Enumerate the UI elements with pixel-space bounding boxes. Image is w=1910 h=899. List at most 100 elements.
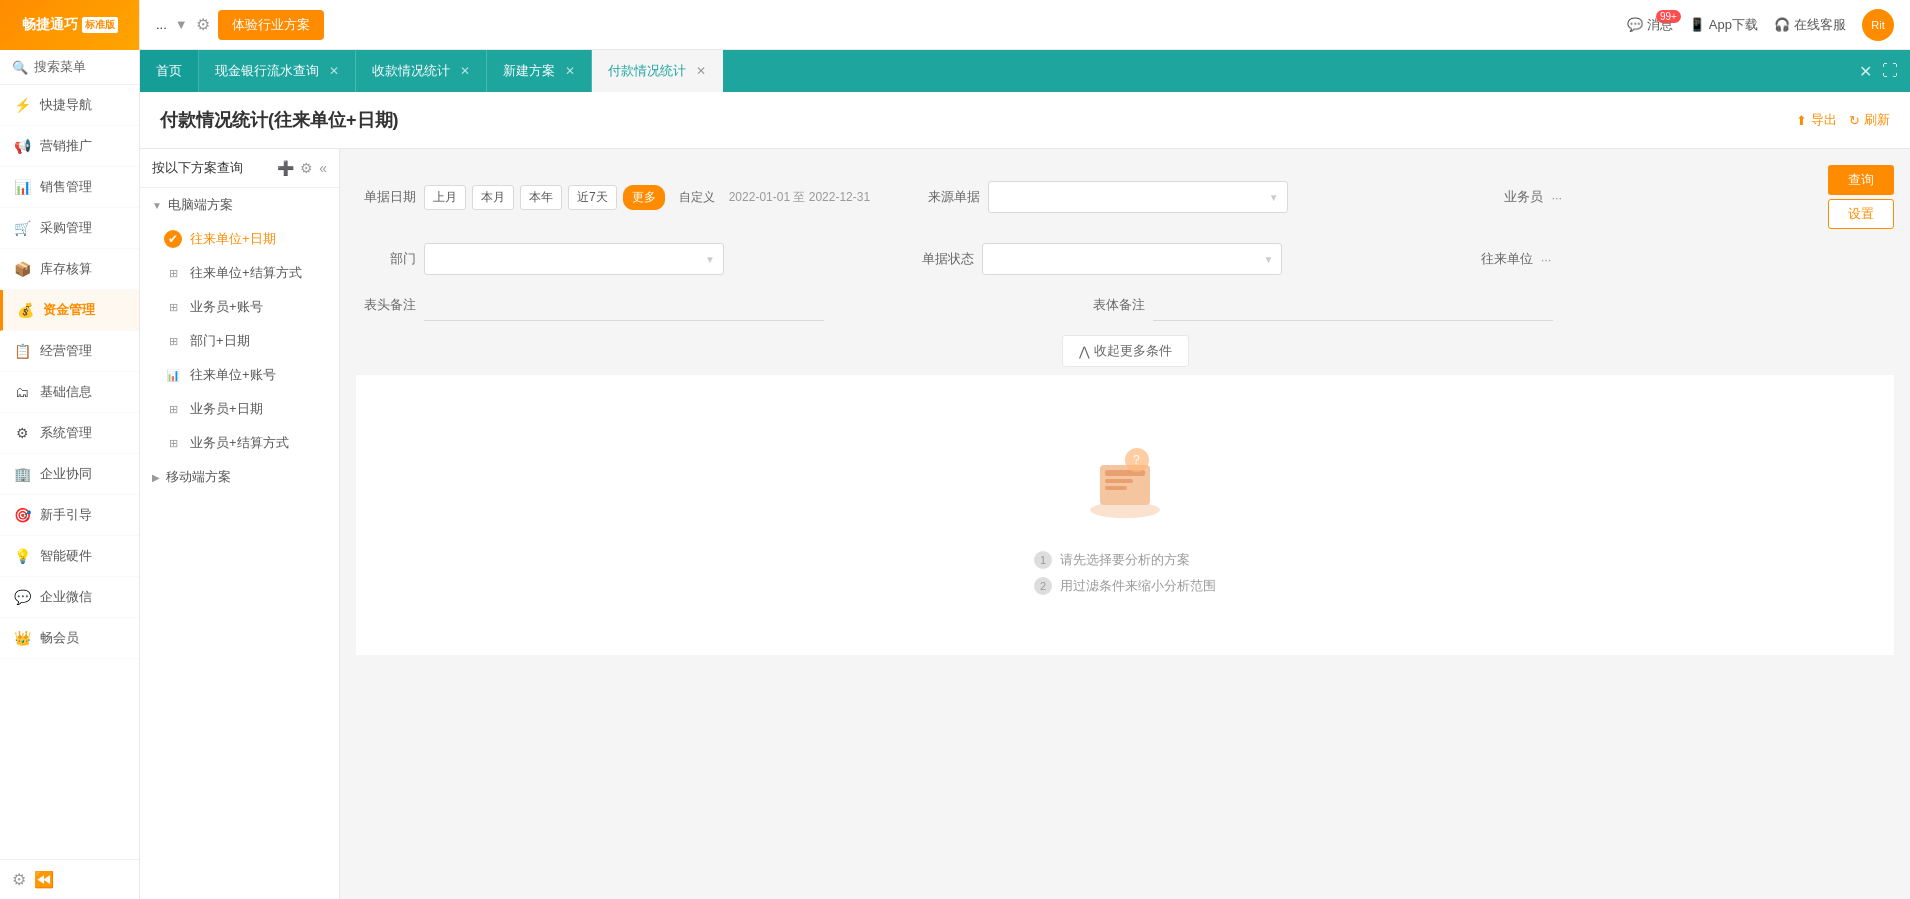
trial-btn[interactable]: 体验行业方案 — [218, 10, 324, 40]
tab-close-new-scheme[interactable]: ✕ — [565, 64, 575, 78]
refresh-btn[interactable]: ↻ 刷新 — [1849, 111, 1890, 129]
scheme-item-label-partner-date: 往来单位+日期 — [190, 230, 276, 248]
scheme-group-desktop: ▼电脑端方案✔往来单位+日期⊞往来单位+结算方式⊞业务员+账号⊞部门+日期📊往来… — [140, 188, 339, 460]
tip-num-1: 1 — [1034, 551, 1052, 569]
refresh-icon: ↻ — [1849, 113, 1860, 128]
scheme-item-dept-date[interactable]: ⊞部门+日期 — [140, 324, 339, 358]
sidebar-label-basic-info: 基础信息 — [40, 383, 92, 401]
this-year-btn[interactable]: 本年 — [520, 185, 562, 210]
tab-income-stat[interactable]: 收款情况统计 ✕ — [356, 50, 487, 92]
dept-select[interactable]: ▼ — [424, 243, 724, 275]
scheme-item-staff-settle[interactable]: ⊞业务员+结算方式 — [140, 426, 339, 460]
message-btn[interactable]: 💬 消息 99+ — [1627, 16, 1673, 34]
tab-label-new-scheme: 新建方案 — [503, 62, 555, 80]
sidebar-item-inventory[interactable]: 📦库存核算 — [0, 249, 139, 290]
sidebar-item-system[interactable]: ⚙系统管理 — [0, 413, 139, 454]
sidebar-label-company: 企业协同 — [40, 465, 92, 483]
sidebar-item-purchase[interactable]: 🛒采购管理 — [0, 208, 139, 249]
collapse-scheme-icon[interactable]: « — [319, 160, 327, 176]
sidebar-search[interactable]: 🔍 搜索菜单 — [0, 50, 139, 85]
dept-group: 部门 ▼ — [356, 243, 898, 275]
sidebar-label-quick-nav: 快捷导航 — [40, 96, 92, 114]
tab-close-pay-stat[interactable]: ✕ — [696, 64, 706, 78]
tab-pay-stat[interactable]: 付款情况统计✕ — [592, 50, 723, 92]
date-options: 上月 本月 本年 近7天 更多 自定义 2022-01-01 至 2022-12… — [424, 185, 870, 210]
filter-settings-btn[interactable]: 设置 — [1828, 199, 1894, 229]
body-note-input[interactable] — [1153, 289, 1553, 321]
last-month-btn[interactable]: 上月 — [424, 185, 466, 210]
staff-ellipsis[interactable]: ··· — [1551, 190, 1562, 205]
sidebar-label-finance: 资金管理 — [43, 301, 95, 319]
voucher-status-group: 单据状态 ▼ — [914, 243, 1456, 275]
scheme-item-staff-date[interactable]: ⊞业务员+日期 — [140, 392, 339, 426]
scheme-item-label-dept-date: 部门+日期 — [190, 332, 250, 350]
staff-label: 业务员 — [1483, 188, 1543, 206]
voucher-status-select[interactable]: ▼ — [982, 243, 1282, 275]
tab-label-income-stat: 收款情况统计 — [372, 62, 450, 80]
scheme-settings-icon[interactable]: ⚙ — [300, 160, 313, 176]
maximize-icon[interactable]: ⛶ — [1882, 62, 1898, 80]
scheme-item-staff-account[interactable]: ⊞业务员+账号 — [140, 290, 339, 324]
collapse-up-icon: ⋀ — [1079, 344, 1090, 359]
more-btn[interactable]: 更多 — [623, 185, 665, 210]
body-note-label: 表体备注 — [1085, 296, 1145, 314]
head-note-label: 表头备注 — [356, 296, 416, 314]
sidebar-item-finance[interactable]: 💰资金管理 — [0, 290, 139, 331]
sidebar-item-marketing[interactable]: 📢营销推广 — [0, 126, 139, 167]
sidebar-item-hardware[interactable]: 💡智能硬件 — [0, 536, 139, 577]
last7-btn[interactable]: 近7天 — [568, 185, 617, 210]
filter-row-3: 表头备注 表体备注 — [356, 289, 1894, 321]
sidebar-item-sales[interactable]: 📊销售管理 — [0, 167, 139, 208]
sidebar-icon-purchase: 🛒 — [12, 218, 32, 238]
sidebar-item-guide[interactable]: 🎯新手引导 — [0, 495, 139, 536]
online-service-btn[interactable]: 🎧 在线客服 — [1774, 16, 1846, 34]
scheme-item-partner-settle[interactable]: ⊞往来单位+结算方式 — [140, 256, 339, 290]
sidebar-item-quick-nav[interactable]: ⚡快捷导航 — [0, 85, 139, 126]
sidebar-gear-icon[interactable]: ⚙ — [12, 870, 26, 889]
collapse-conditions: ⋀ 收起更多条件 — [356, 335, 1894, 367]
tab-home[interactable]: 首页 — [140, 50, 199, 92]
scheme-group-header-mobile[interactable]: ▶移动端方案 — [140, 460, 339, 494]
export-btn[interactable]: ⬆ 导出 — [1796, 111, 1837, 129]
scheme-panel-label: 按以下方案查询 — [152, 159, 243, 177]
close-tab-icon[interactable]: ✕ — [1859, 62, 1872, 81]
sidebar-item-company[interactable]: 🏢企业协同 — [0, 454, 139, 495]
sidebar-item-member[interactable]: 👑畅会员 — [0, 618, 139, 659]
svg-text:?: ? — [1133, 453, 1140, 467]
sidebar-label-wechat: 企业微信 — [40, 588, 92, 606]
staff-group-1: 业务员 ··· — [1483, 188, 1812, 206]
scheme-group-header-desktop[interactable]: ▼电脑端方案 — [140, 188, 339, 222]
head-note-input[interactable] — [424, 289, 824, 321]
sidebar-item-wechat[interactable]: 💬 企业微信 — [0, 577, 139, 618]
tab-close-bank-flow[interactable]: ✕ — [329, 64, 339, 78]
topbar-gear-icon[interactable]: ⚙ — [196, 15, 210, 34]
scheme-item-partner-date[interactable]: ✔往来单位+日期 — [140, 222, 339, 256]
tab-new-scheme[interactable]: 新建方案 ✕ — [487, 50, 592, 92]
sidebar-item-operation[interactable]: 📋经营管理 — [0, 331, 139, 372]
filter-row-2: 部门 ▼ 单据状态 ▼ 往来单位 ··· — [356, 243, 1894, 275]
scheme-item-partner-account[interactable]: 📊往来单位+账号 — [140, 358, 339, 392]
sidebar-item-basic-info[interactable]: 🗂 基础信息 — [0, 372, 139, 413]
query-btn[interactable]: 查询 — [1828, 165, 1894, 195]
collapse-conditions-btn[interactable]: ⋀ 收起更多条件 — [1062, 335, 1189, 367]
tab-close-income-stat[interactable]: ✕ — [460, 64, 470, 78]
source-select[interactable]: ▼ — [988, 181, 1288, 213]
partner-ellipsis[interactable]: ··· — [1541, 252, 1552, 267]
app-download-btn[interactable]: 📱 App下载 — [1689, 16, 1758, 34]
topbar-left: ... ▼ ⚙ 体验行业方案 — [156, 10, 1615, 40]
scheme-item-icon-staff-settle: ⊞ — [164, 434, 182, 452]
custom-btn[interactable]: 自定义 — [671, 186, 723, 209]
scheme-item-label-staff-account: 业务员+账号 — [190, 298, 263, 316]
sidebar-icon-basic-info: 🗂 — [12, 382, 32, 402]
sidebar-icon-marketing: 📢 — [12, 136, 32, 156]
this-month-btn[interactable]: 本月 — [472, 185, 514, 210]
company-dropdown-icon[interactable]: ▼ — [175, 17, 188, 32]
sidebar-icon-wechat: 💬 — [12, 587, 32, 607]
add-scheme-icon[interactable]: ➕ — [277, 160, 294, 176]
topbar-right: 💬 消息 99+ 📱 App下载 🎧 在线客服 Rit — [1627, 9, 1894, 41]
voucher-date-label: 单据日期 — [356, 188, 416, 206]
user-avatar[interactable]: Rit — [1862, 9, 1894, 41]
company-name: ... — [156, 17, 167, 32]
sidebar-collapse-icon[interactable]: ⏪ — [34, 870, 54, 889]
tab-bank-flow[interactable]: 现金银行流水查询✕ — [199, 50, 356, 92]
